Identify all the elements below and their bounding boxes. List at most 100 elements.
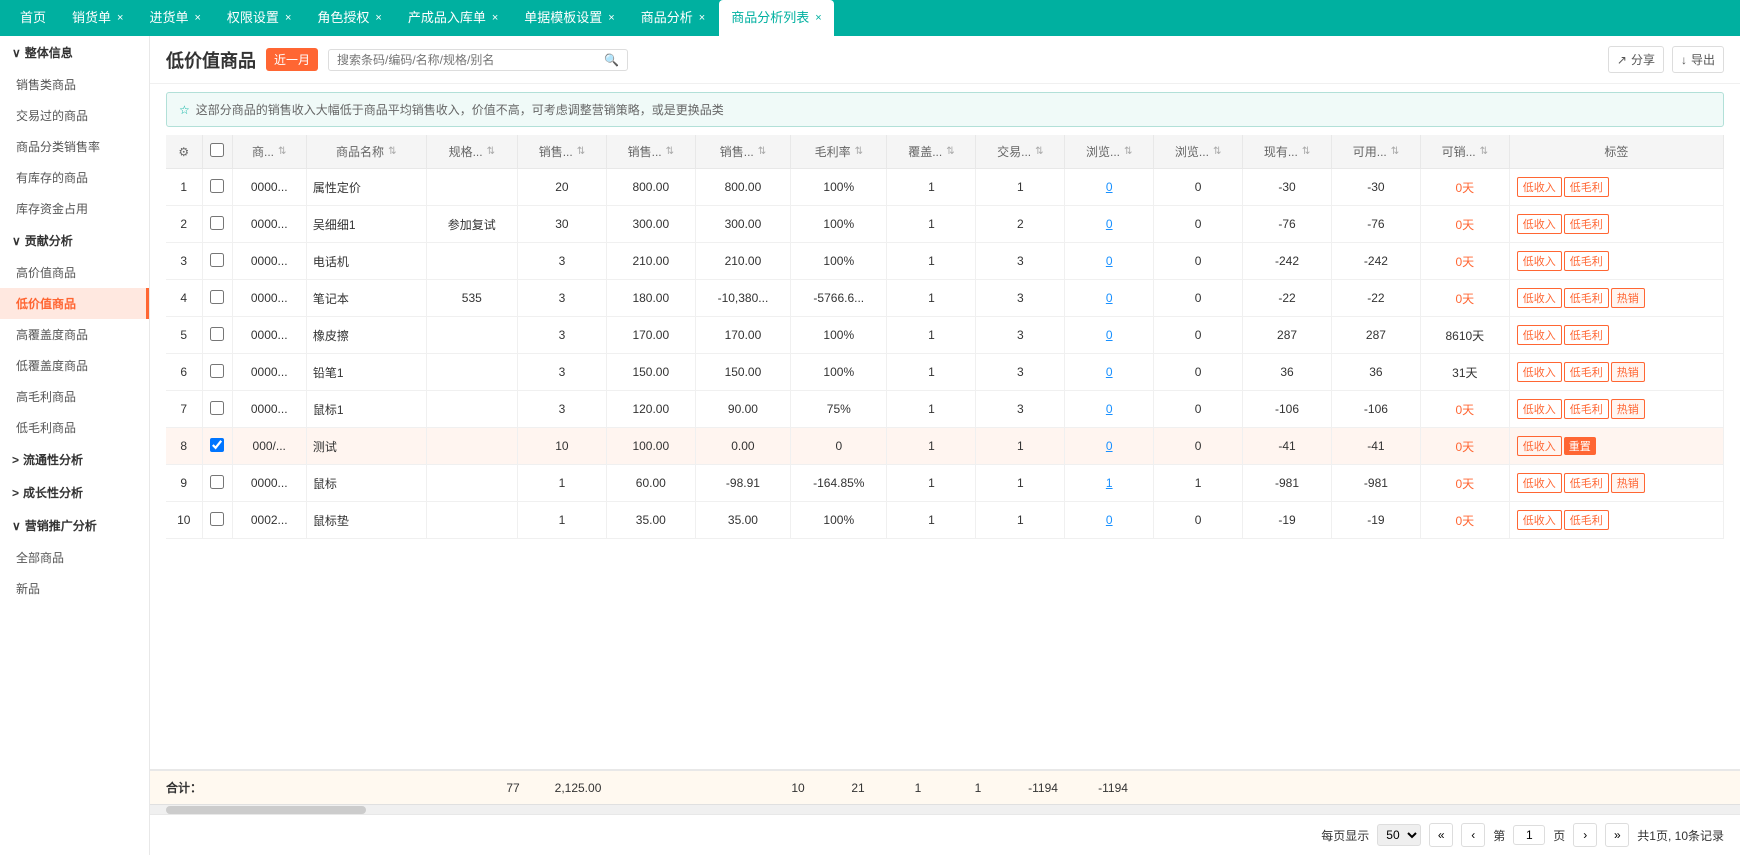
nav-product-analysis-list[interactable]: 商品分析列表 × (719, 0, 833, 36)
row-checkbox[interactable] (202, 354, 232, 391)
sidebar-group-growth-title[interactable]: > 成长性分析 (0, 476, 149, 509)
row-checkbox[interactable] (202, 391, 232, 428)
sidebar-item-category-rate[interactable]: 商品分类销售率 (0, 131, 149, 162)
nav-close-product-analysis[interactable]: × (699, 0, 705, 36)
row-select-checkbox[interactable] (210, 438, 224, 452)
browse-link[interactable]: 1 (1106, 476, 1113, 490)
sidebar-item-stock-capital[interactable]: 库存资金占用 (0, 193, 149, 224)
first-page-button[interactable]: « (1429, 823, 1453, 847)
sidebar-group-liquidity-title[interactable]: > 流通性分析 (0, 443, 149, 476)
row-browse1[interactable]: 0 (1065, 243, 1154, 280)
sidebar-item-new-goods[interactable]: 新品 (0, 573, 149, 604)
sidebar-group-marketing-title[interactable]: ∨ 营销推广分析 (0, 509, 149, 542)
row-checkbox[interactable] (202, 465, 232, 502)
sidebar-item-stock-goods[interactable]: 有库存的商品 (0, 162, 149, 193)
browse-link[interactable]: 0 (1106, 291, 1113, 305)
sidebar-group-contribution-title[interactable]: ∨ 贡献分析 (0, 224, 149, 257)
sidebar-item-high-value[interactable]: 高价值商品 (0, 257, 149, 288)
browse-link[interactable]: 0 (1106, 365, 1113, 379)
sidebar-group-overall-title[interactable]: ∨ 整体信息 (0, 36, 149, 69)
browse-link[interactable]: 0 (1106, 254, 1113, 268)
sidebar-item-traded-goods[interactable]: 交易过的商品 (0, 100, 149, 131)
col-gross-rate[interactable]: 毛利率⇅ (791, 135, 887, 169)
nav-close-template[interactable]: × (608, 0, 614, 36)
row-browse1[interactable]: 0 (1065, 280, 1154, 317)
nav-sales[interactable]: 销货单 × (60, 0, 135, 36)
col-code[interactable]: 商...⇅ (232, 135, 306, 169)
row-select-checkbox[interactable] (210, 290, 224, 304)
col-settings[interactable]: ⚙ (166, 135, 202, 169)
col-coverage[interactable]: 覆盖...⇅ (887, 135, 976, 169)
row-checkbox[interactable] (202, 317, 232, 354)
row-checkbox[interactable] (202, 206, 232, 243)
row-select-checkbox[interactable] (210, 216, 224, 230)
row-checkbox[interactable] (202, 280, 232, 317)
row-browse1[interactable]: 0 (1065, 317, 1154, 354)
search-icon[interactable]: 🔍 (604, 53, 619, 67)
period-button[interactable]: 近一月 (266, 48, 318, 71)
per-page-select[interactable]: 50 (1377, 824, 1421, 846)
sidebar-item-low-value[interactable]: 低价值商品 (0, 288, 149, 319)
col-browse2[interactable]: 浏览...⇅ (1154, 135, 1243, 169)
nav-product-analysis[interactable]: 商品分析 × (629, 0, 717, 36)
col-sales-price[interactable]: 销售...⇅ (606, 135, 695, 169)
browse-link[interactable]: 0 (1106, 180, 1113, 194)
col-sellable[interactable]: 可销...⇅ (1420, 135, 1509, 169)
row-browse1[interactable]: 0 (1065, 206, 1154, 243)
sidebar-item-low-profit[interactable]: 低毛利商品 (0, 412, 149, 443)
select-all-checkbox[interactable] (210, 143, 224, 157)
share-button[interactable]: ↗ 分享 (1608, 46, 1664, 73)
col-current-stock[interactable]: 现有...⇅ (1243, 135, 1332, 169)
row-select-checkbox[interactable] (210, 401, 224, 415)
browse-link[interactable]: 0 (1106, 217, 1113, 231)
sidebar-item-high-profit[interactable]: 高毛利商品 (0, 381, 149, 412)
sidebar-item-all-goods[interactable]: 全部商品 (0, 542, 149, 573)
prev-page-button[interactable]: ‹ (1461, 823, 1485, 847)
row-checkbox[interactable] (202, 243, 232, 280)
row-browse1[interactable]: 0 (1065, 391, 1154, 428)
row-browse1[interactable]: 0 (1065, 169, 1154, 206)
nav-permission[interactable]: 权限设置 × (215, 0, 303, 36)
nav-close-role[interactable]: × (375, 0, 381, 36)
row-checkbox[interactable] (202, 502, 232, 539)
next-page-button[interactable]: › (1573, 823, 1597, 847)
export-button[interactable]: ↓ 导出 (1672, 46, 1724, 73)
row-browse1[interactable]: 1 (1065, 465, 1154, 502)
col-browse1[interactable]: 浏览...⇅ (1065, 135, 1154, 169)
sidebar-item-high-coverage[interactable]: 高覆盖度商品 (0, 319, 149, 350)
sidebar-item-sales-goods[interactable]: 销售类商品 (0, 69, 149, 100)
browse-link[interactable]: 0 (1106, 439, 1113, 453)
last-page-button[interactable]: » (1605, 823, 1629, 847)
nav-template[interactable]: 单据模板设置 × (512, 0, 626, 36)
nav-close-product-analysis-list[interactable]: × (815, 0, 821, 36)
col-sales-qty[interactable]: 销售...⇅ (517, 135, 606, 169)
browse-link[interactable]: 0 (1106, 402, 1113, 416)
row-select-checkbox[interactable] (210, 253, 224, 267)
browse-link[interactable]: 0 (1106, 513, 1113, 527)
col-transactions[interactable]: 交易...⇅ (976, 135, 1065, 169)
col-name[interactable]: 商品名称⇅ (306, 135, 426, 169)
settings-icon[interactable]: ⚙ (178, 145, 189, 159)
row-select-checkbox[interactable] (210, 475, 224, 489)
row-select-checkbox[interactable] (210, 512, 224, 526)
col-checkbox[interactable] (202, 135, 232, 169)
nav-home[interactable]: 首页 (8, 0, 58, 36)
nav-close-permission[interactable]: × (285, 0, 291, 36)
nav-close-purchase[interactable]: × (194, 0, 200, 36)
row-browse1[interactable]: 0 (1065, 428, 1154, 465)
horizontal-scrollbar[interactable] (166, 806, 366, 814)
row-select-checkbox[interactable] (210, 179, 224, 193)
row-browse1[interactable]: 0 (1065, 502, 1154, 539)
sidebar-item-low-coverage[interactable]: 低覆盖度商品 (0, 350, 149, 381)
col-sales-cost[interactable]: 销售...⇅ (695, 135, 790, 169)
nav-close-sales[interactable]: × (117, 0, 123, 36)
row-select-checkbox[interactable] (210, 327, 224, 341)
nav-close-stock-in[interactable]: × (492, 0, 498, 36)
nav-role[interactable]: 角色授权 × (305, 0, 393, 36)
row-checkbox[interactable] (202, 428, 232, 465)
col-spec[interactable]: 规格...⇅ (426, 135, 517, 169)
col-available[interactable]: 可用...⇅ (1331, 135, 1420, 169)
row-select-checkbox[interactable] (210, 364, 224, 378)
nav-purchase[interactable]: 进货单 × (137, 0, 212, 36)
nav-stock-in[interactable]: 产成品入库单 × (396, 0, 510, 36)
